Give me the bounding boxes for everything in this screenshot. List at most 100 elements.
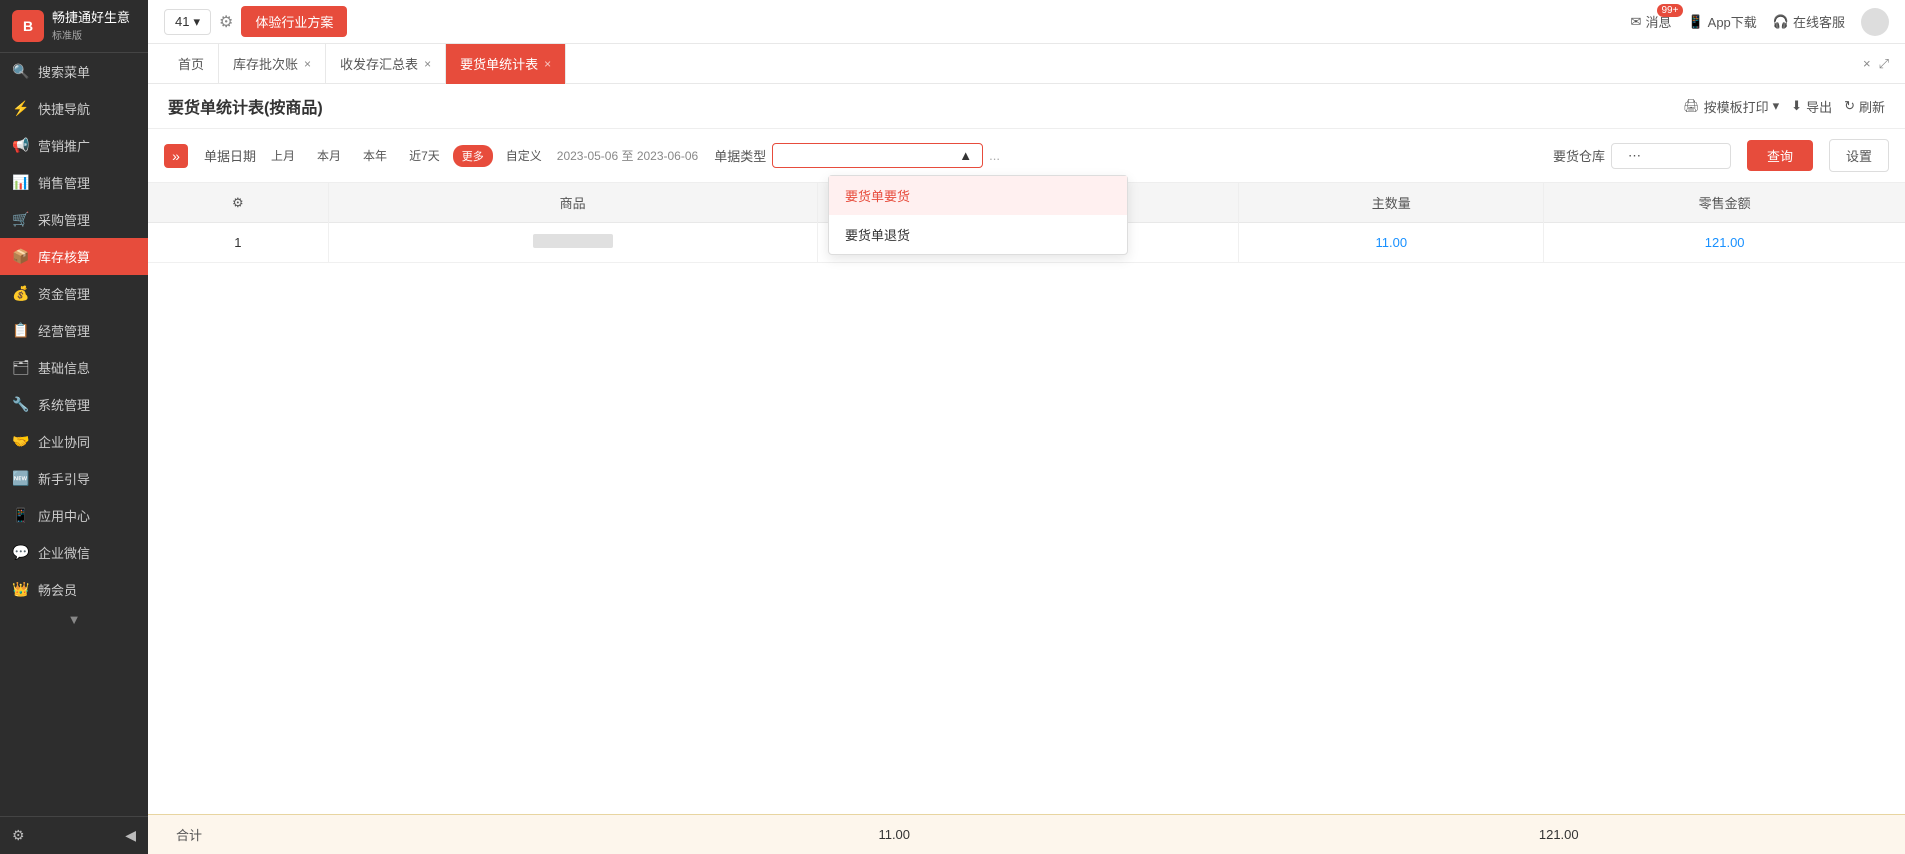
collapse-icon[interactable]: ◀ — [125, 827, 136, 844]
sidebar-item-quick-nav[interactable]: ⚡ 快捷导航 — [0, 90, 148, 127]
tab-close-icon[interactable]: × — [304, 57, 311, 71]
sidebar-item-vip[interactable]: 👑 畅会员 — [0, 571, 148, 608]
phone-icon: 📱 — [1687, 14, 1703, 30]
settings-icon[interactable]: ⚙ — [12, 827, 25, 844]
type-select[interactable]: ▲ — [772, 143, 983, 168]
refresh-icon: ↻ — [1844, 98, 1855, 114]
messages-btn[interactable]: ✉ 消息 99+ — [1631, 12, 1672, 31]
date-chip-this-year[interactable]: 本年 — [354, 143, 396, 168]
sidebar-item-label: 库存核算 — [38, 247, 90, 266]
logo-icon: B — [12, 10, 44, 42]
sidebar-item-label: 基础信息 — [38, 358, 90, 377]
settings-btn[interactable]: 设置 — [1829, 139, 1889, 172]
sidebar-item-sales[interactable]: 📊 销售管理 — [0, 164, 148, 201]
row-quantity: 11.00 — [1239, 223, 1544, 263]
type-more-btn[interactable]: ... — [989, 148, 1000, 163]
date-filter-label: 单据日期 — [204, 146, 256, 165]
main-content: 41 ▾ ⚙ 体验行业方案 ✉ 消息 99+ 📱 App下载 🎧 在线客服 — [148, 0, 1905, 854]
sidebar-item-finance[interactable]: 💰 资金管理 — [0, 275, 148, 312]
tabs-right: × ⤢ — [1863, 56, 1889, 72]
date-chip-last-month[interactable]: 上月 — [262, 143, 304, 168]
date-chip-more[interactable]: 更多 — [453, 145, 493, 167]
tab-home[interactable]: 首页 — [164, 44, 219, 84]
sidebar-item-guide[interactable]: 🆕 新手引导 — [0, 460, 148, 497]
row-product — [328, 223, 817, 263]
sidebar-item-weixin[interactable]: 💬 企业微信 — [0, 534, 148, 571]
headset-icon: 🎧 — [1773, 14, 1789, 30]
trial-btn[interactable]: 体验行业方案 — [241, 6, 347, 37]
topbar: 41 ▾ ⚙ 体验行业方案 ✉ 消息 99+ 📱 App下载 🎧 在线客服 — [148, 0, 1905, 44]
tab-inventory-batch[interactable]: 库存批次账× — [219, 44, 326, 84]
sidebar-item-label: 营销推广 — [38, 136, 90, 155]
warehouse-filter-group: 要货仓库 ⋯ — [1553, 143, 1731, 169]
sidebar-item-search[interactable]: 🔍 搜索菜单 — [0, 53, 148, 90]
app-download-btn[interactable]: 📱 App下载 — [1687, 12, 1756, 31]
dropdown-item-requisition-order[interactable]: 要货单要货 — [829, 176, 1127, 215]
amount-link[interactable]: 121.00 — [1705, 235, 1745, 250]
tab-requisition-stats[interactable]: 要货单统计表× — [446, 44, 566, 84]
inventory-icon: 📦 — [12, 248, 30, 266]
tabs-bar: 首页库存批次账×收发存汇总表×要货单统计表× × ⤢ — [148, 44, 1905, 84]
tab-close-icon[interactable]: × — [544, 57, 551, 71]
quantity-link[interactable]: 11.00 — [1375, 235, 1407, 250]
sidebar-item-label: 搜索菜单 — [38, 62, 90, 81]
warehouse-filter-label: 要货仓库 — [1553, 146, 1605, 165]
avatar[interactable] — [1861, 8, 1889, 36]
date-chip-7days[interactable]: 近7天 — [400, 143, 449, 168]
col-header-product: 商品 — [328, 183, 817, 223]
sidebar-item-label: 经营管理 — [38, 321, 90, 340]
tab-close-icon[interactable]: × — [424, 57, 431, 71]
store-selector[interactable]: 41 ▾ — [164, 9, 211, 35]
quick-nav-icon: ⚡ — [12, 100, 30, 118]
topbar-gear-icon[interactable]: ⚙ — [219, 12, 233, 32]
date-chip-custom[interactable]: 自定义 — [497, 143, 551, 168]
filter-expand-btn[interactable]: » — [164, 144, 188, 168]
query-btn[interactable]: 查询 — [1747, 140, 1813, 171]
warehouse-select[interactable]: ⋯ — [1611, 143, 1731, 169]
print-template-btn[interactable]: 🖨 按模板打印 ▾ — [1683, 97, 1779, 116]
sidebar-item-inventory[interactable]: 📦 库存核算 — [0, 238, 148, 275]
page-header: 要货单统计表(按商品) 🖨 按模板打印 ▾ ⬇ 导出 ↻ 刷新 — [148, 84, 1905, 129]
sidebar-item-purchase[interactable]: 🛒 采购管理 — [0, 201, 148, 238]
tab-fullscreen-icon[interactable]: ⤢ — [1879, 56, 1889, 72]
print-dropdown-icon: ▾ — [1773, 98, 1780, 114]
dropdown-item-requisition-return[interactable]: 要货单退货 — [829, 215, 1127, 254]
warehouse-more-icon: ⋯ — [1628, 148, 1641, 164]
type-filter-label: 单据类型 — [714, 146, 766, 165]
sales-icon: 📊 — [12, 174, 30, 192]
purchase-icon: 🛒 — [12, 211, 30, 229]
tab-expand-icon[interactable]: × — [1863, 56, 1871, 71]
sidebar-item-marketing[interactable]: 📢 营销推广 — [0, 127, 148, 164]
base-info-icon: 🗂 — [12, 359, 30, 377]
messages-count: 99+ — [1657, 4, 1684, 17]
table-wrapper: ⚙商品主计量单位主数量零售金额 1 块 11.00 121.00 — [148, 183, 1905, 814]
export-icon: ⬇ — [1791, 98, 1802, 114]
logo-text: 畅捷通好生意 — [52, 10, 130, 27]
row-index: 1 — [148, 223, 328, 263]
export-btn[interactable]: ⬇ 导出 — [1791, 97, 1832, 116]
tab-label: 收发存汇总表 — [340, 54, 418, 73]
page-actions: 🖨 按模板打印 ▾ ⬇ 导出 ↻ 刷新 — [1683, 97, 1885, 116]
type-dropdown: 要货单要货要货单退货 — [828, 175, 1128, 255]
footer-amount: 121.00 — [1227, 827, 1892, 842]
marketing-icon: 📢 — [12, 137, 30, 155]
weixin-icon: 💬 — [12, 544, 30, 562]
online-service-btn[interactable]: 🎧 在线客服 — [1773, 12, 1845, 31]
col-header-amount: 零售金额 — [1544, 183, 1905, 223]
sidebar-item-operations[interactable]: 📋 经营管理 — [0, 312, 148, 349]
sidebar-item-label: 销售管理 — [38, 173, 90, 192]
sidebar-item-label: 企业微信 — [38, 543, 90, 562]
tab-label: 首页 — [178, 54, 204, 73]
sidebar-item-app-center[interactable]: 📱 应用中心 — [0, 497, 148, 534]
type-select-input[interactable] — [783, 148, 959, 163]
sidebar-item-cooperation[interactable]: 🤝 企业协同 — [0, 423, 148, 460]
date-chip-this-month[interactable]: 本月 — [308, 143, 350, 168]
store-dropdown-icon: ▾ — [193, 14, 200, 30]
sidebar-item-label: 应用中心 — [38, 506, 90, 525]
sidebar-item-system[interactable]: 🔧 系统管理 — [0, 386, 148, 423]
refresh-btn[interactable]: ↻ 刷新 — [1844, 97, 1885, 116]
sidebar-item-base-info[interactable]: 🗂 基础信息 — [0, 349, 148, 386]
sidebar-scroll-down[interactable]: ▼ — [0, 608, 148, 631]
col-header-settings[interactable]: ⚙ — [148, 183, 328, 223]
tab-receive-summary[interactable]: 收发存汇总表 × — [326, 44, 446, 84]
